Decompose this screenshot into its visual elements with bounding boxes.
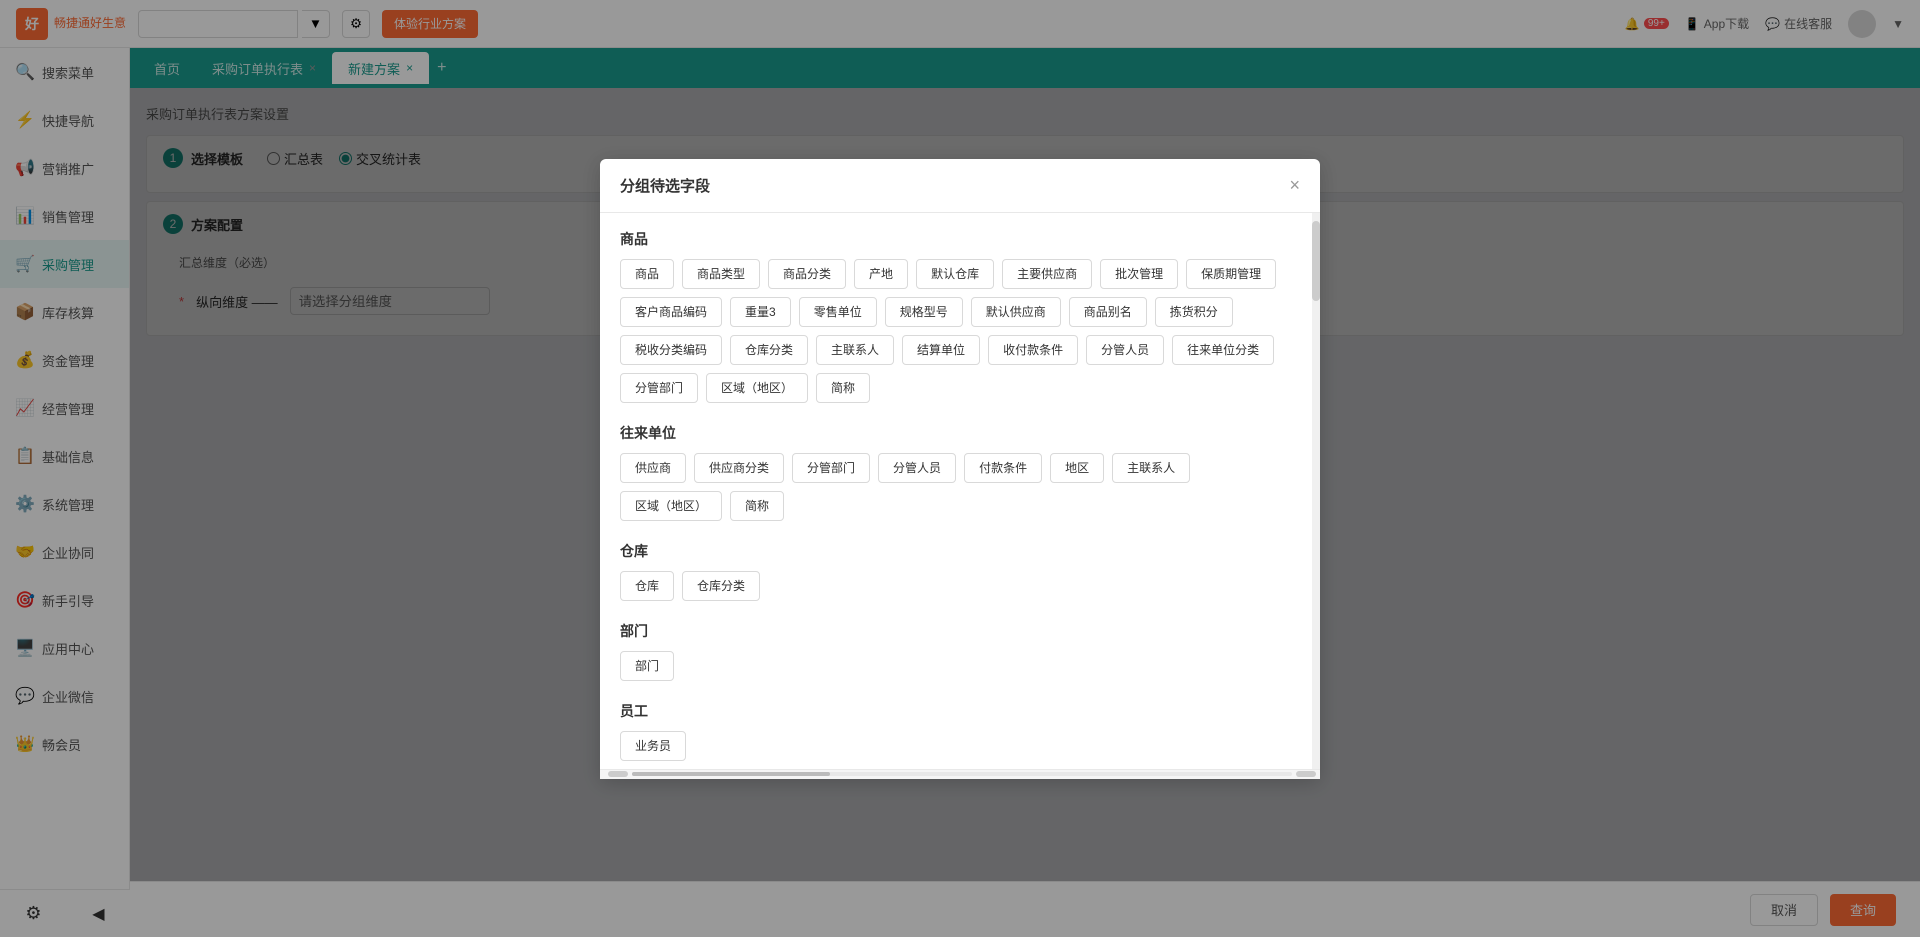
field-tag-supplier-category[interactable]: 供应商分类 [694,453,784,483]
field-tag-tax-code[interactable]: 税收分类编码 [620,335,722,365]
modal-header: 分组待选字段 × [600,159,1320,213]
field-tags-partner: 供应商 供应商分类 分管部门 分管人员 付款条件 地区 主联系人 区域（地区） … [620,453,1300,521]
field-tag-dept-manage[interactable]: 分管部门 [620,373,698,403]
field-tag-staff-partner[interactable]: 分管人员 [878,453,956,483]
modal-title: 分组待选字段 [620,175,710,196]
field-tag-payment-cond[interactable]: 付款条件 [964,453,1042,483]
field-tag-goods[interactable]: 商品 [620,259,674,289]
field-tag-area[interactable]: 地区 [1050,453,1104,483]
hscroll-track[interactable] [632,772,1292,776]
field-tag-region-goods[interactable]: 区域（地区） [706,373,808,403]
field-tag-goods-type[interactable]: 商品类型 [682,259,760,289]
field-tag-payment-terms[interactable]: 收付款条件 [988,335,1078,365]
field-tag-default-warehouse[interactable]: 默认仓库 [916,259,994,289]
field-group-dept-title: 部门 [620,621,1300,641]
field-tag-main-supplier[interactable]: 主要供应商 [1002,259,1092,289]
hscroll-right [1296,771,1316,777]
field-tag-origin[interactable]: 产地 [854,259,908,289]
field-group-goods-title: 商品 [620,229,1300,249]
field-group-staff-title: 员工 [620,701,1300,721]
hscroll-thumb[interactable] [632,772,830,776]
field-tag-goods-category[interactable]: 商品分类 [768,259,846,289]
field-group-warehouse: 仓库 仓库 仓库分类 [620,541,1300,601]
scroll-thumb[interactable] [1312,221,1320,301]
field-tag-shelf-life[interactable]: 保质期管理 [1186,259,1276,289]
field-tag-warehouse[interactable]: 仓库 [620,571,674,601]
field-tags-goods: 商品 商品类型 商品分类 产地 默认仓库 主要供应商 批次管理 保质期管理 客户… [620,259,1300,403]
field-tag-weight3[interactable]: 重量3 [730,297,791,327]
field-tag-short-name-goods[interactable]: 简称 [816,373,870,403]
modal-overlay: 分组待选字段 × 商品 商品 商品类型 商品分类 产地 默认仓库 主要供应商 批… [0,0,1920,937]
field-group-partner: 往来单位 供应商 供应商分类 分管部门 分管人员 付款条件 地区 主联系人 区域… [620,423,1300,521]
field-tag-warehouse-class[interactable]: 仓库分类 [682,571,760,601]
modal-close-button[interactable]: × [1289,175,1300,196]
field-tag-warehouse-category[interactable]: 仓库分类 [730,335,808,365]
field-tag-spec-model[interactable]: 规格型号 [885,297,963,327]
field-tag-retail-unit[interactable]: 零售单位 [799,297,877,327]
field-group-goods: 商品 商品 商品类型 商品分类 产地 默认仓库 主要供应商 批次管理 保质期管理… [620,229,1300,403]
field-tag-main-contact[interactable]: 主联系人 [816,335,894,365]
hscroll-left [608,771,628,777]
field-tag-batch-manage[interactable]: 批次管理 [1100,259,1178,289]
field-tag-goods-alias[interactable]: 商品别名 [1069,297,1147,327]
modal-body: 商品 商品 商品类型 商品分类 产地 默认仓库 主要供应商 批次管理 保质期管理… [600,213,1320,769]
field-group-dept: 部门 部门 [620,621,1300,681]
field-tags-staff: 业务员 [620,731,1300,761]
field-tag-dept-partner[interactable]: 分管部门 [792,453,870,483]
field-group-staff: 员工 业务员 [620,701,1300,761]
field-tag-default-supplier[interactable]: 默认供应商 [971,297,1061,327]
field-tag-salesman[interactable]: 业务员 [620,731,686,761]
modal-hscrollbar [600,769,1320,779]
field-tag-supplier[interactable]: 供应商 [620,453,686,483]
field-tags-dept: 部门 [620,651,1300,681]
field-group-partner-title: 往来单位 [620,423,1300,443]
field-group-warehouse-title: 仓库 [620,541,1300,561]
scroll-track [1312,213,1320,769]
field-tag-settle-unit[interactable]: 结算单位 [902,335,980,365]
field-tags-warehouse: 仓库 仓库分类 [620,571,1300,601]
field-tag-short-name-partner[interactable]: 简称 [730,491,784,521]
field-tag-customer-code[interactable]: 客户商品编码 [620,297,722,327]
field-tag-main-contact-partner[interactable]: 主联系人 [1112,453,1190,483]
field-tag-pick-points[interactable]: 拣货积分 [1155,297,1233,327]
field-tag-partner-category[interactable]: 往来单位分类 [1172,335,1274,365]
field-tag-manager[interactable]: 分管人员 [1086,335,1164,365]
field-tag-dept[interactable]: 部门 [620,651,674,681]
field-select-modal: 分组待选字段 × 商品 商品 商品类型 商品分类 产地 默认仓库 主要供应商 批… [600,159,1320,779]
field-tag-region-partner[interactable]: 区域（地区） [620,491,722,521]
